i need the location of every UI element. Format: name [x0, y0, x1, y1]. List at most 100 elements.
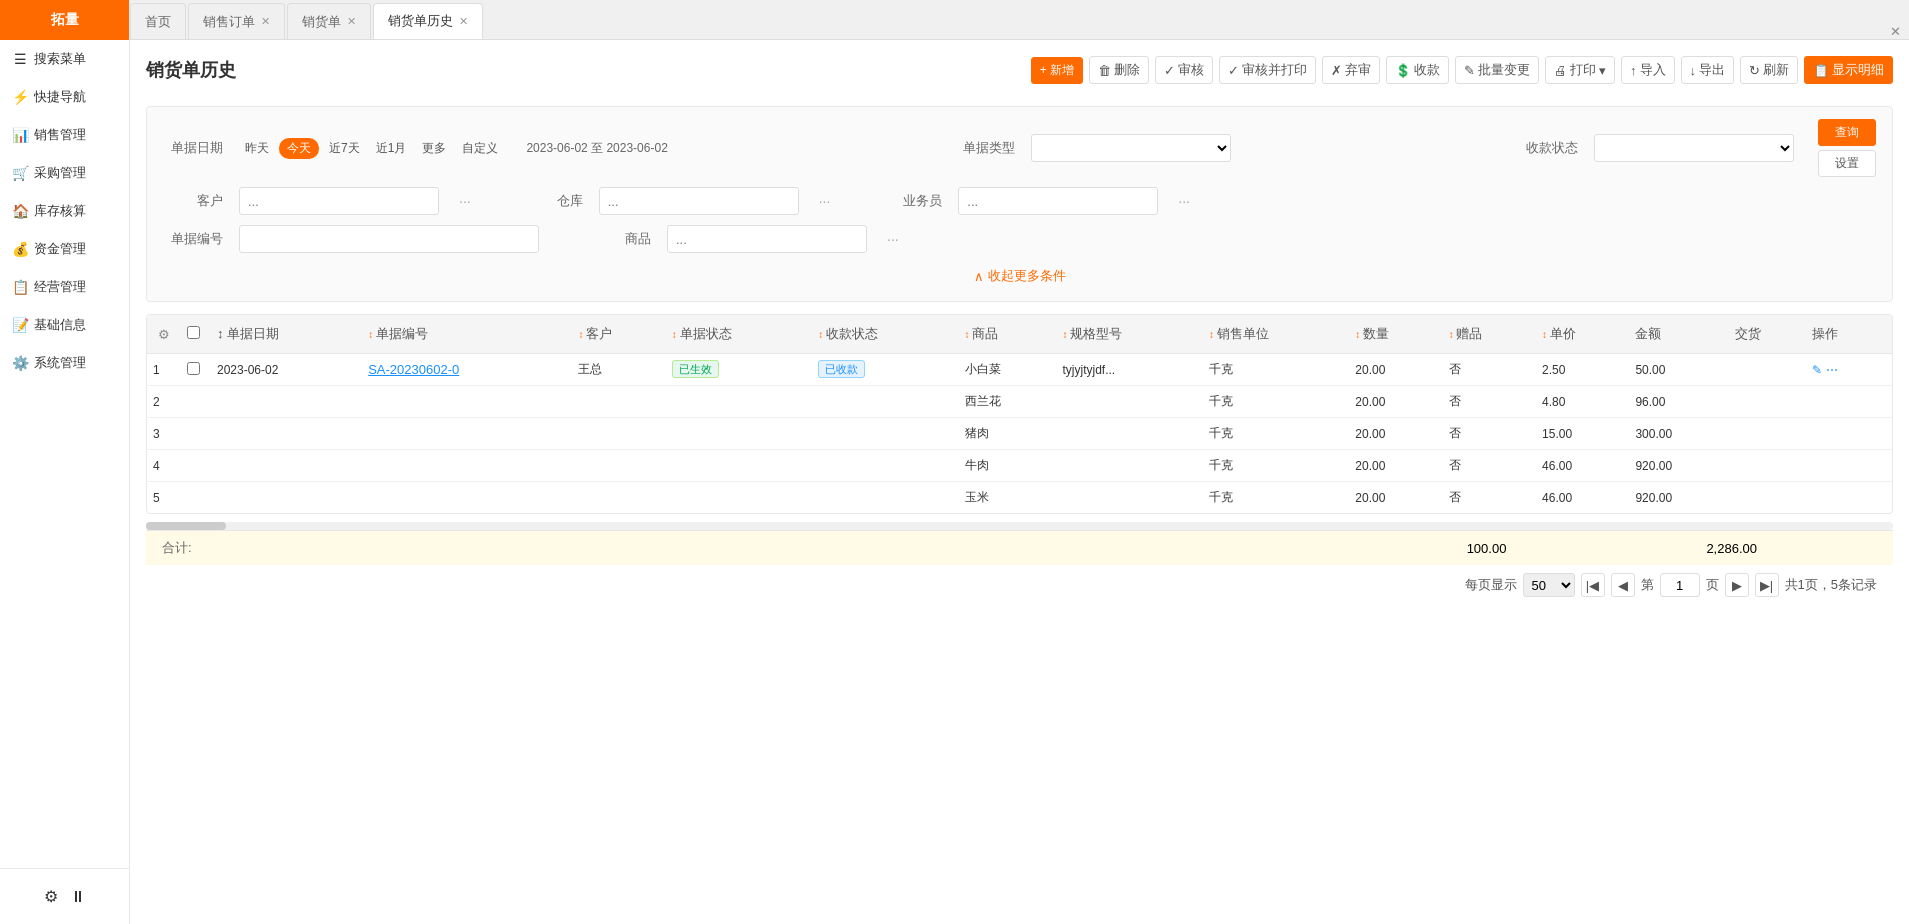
settings-bottom-icon[interactable]: ⚙: [44, 887, 58, 906]
product-dots[interactable]: ···: [887, 231, 899, 247]
col-unit-price[interactable]: ↕ 单价: [1536, 315, 1629, 354]
table-row: 3 猪肉 千克 20.00 否 15.00 300.00: [147, 418, 1892, 450]
audit-print-button[interactable]: ✓ 审核并打印: [1219, 56, 1316, 84]
cell-checkbox[interactable]: [181, 450, 211, 482]
cell-transaction: [1729, 386, 1807, 418]
salesperson-dots[interactable]: ···: [1178, 193, 1190, 209]
table-scroll[interactable]: ⚙ ↕ 单据日期 ↕ 单据编号: [147, 315, 1892, 513]
sidebar-item-sys-mgmt[interactable]: ⚙️ 系统管理: [0, 344, 129, 382]
tab-sales-delivery[interactable]: 销货单 ✕: [287, 3, 371, 39]
display-details-icon: 📋: [1813, 63, 1829, 78]
date-shortcut-more[interactable]: 更多: [416, 138, 452, 159]
cell-spec-type: [1057, 418, 1203, 450]
col-sales-unit[interactable]: ↕ 销售单位: [1203, 315, 1349, 354]
finance-icon: 💰: [12, 241, 28, 257]
delete-button[interactable]: 🗑 删除: [1089, 56, 1149, 84]
prev-page-button[interactable]: ◀: [1611, 573, 1635, 597]
scroll-indicator[interactable]: [146, 522, 1893, 530]
cell-sales-unit: 千克: [1203, 354, 1349, 386]
tab-sales-history-close[interactable]: ✕: [459, 15, 468, 28]
cell-doc-no[interactable]: [362, 418, 572, 450]
cell-checkbox[interactable]: [181, 418, 211, 450]
refresh-button[interactable]: ↻ 刷新: [1740, 56, 1798, 84]
sidebar-item-inventory[interactable]: 🏠 库存核算: [0, 192, 129, 230]
tab-home[interactable]: 首页: [130, 3, 186, 39]
cell-customer: [572, 482, 665, 514]
col-doc-no[interactable]: ↕ 单据编号: [362, 315, 572, 354]
next-page-button[interactable]: ▶: [1725, 573, 1749, 597]
col-doc-status[interactable]: ↕ 单据状态: [666, 315, 812, 354]
last-page-button[interactable]: ▶|: [1755, 573, 1779, 597]
new-button[interactable]: + 新增: [1031, 57, 1083, 84]
tab-sales-order[interactable]: 销售订单 ✕: [188, 3, 285, 39]
col-product[interactable]: ↕ 商品: [959, 315, 1057, 354]
doc-type-select[interactable]: [1031, 134, 1231, 162]
sidebar-item-quick-nav[interactable]: ⚡ 快捷导航: [0, 78, 129, 116]
date-shortcut-7days[interactable]: 近7天: [323, 138, 366, 159]
payment-status-select[interactable]: [1594, 134, 1794, 162]
tab-bar-close-all[interactable]: ✕: [1890, 24, 1901, 39]
abandon-icon: ✗: [1331, 63, 1342, 78]
collapse-label: 收起更多条件: [988, 267, 1066, 285]
page-input[interactable]: [1660, 573, 1700, 597]
first-page-button[interactable]: |◀: [1581, 573, 1605, 597]
table-settings-icon[interactable]: ⚙: [153, 323, 175, 345]
col-gift[interactable]: ↕ 赠品: [1443, 315, 1536, 354]
col-spec-type[interactable]: ↕ 规格型号: [1057, 315, 1203, 354]
cell-doc-status: [666, 418, 812, 450]
col-payment-status[interactable]: ↕ 收款状态: [812, 315, 958, 354]
customer-input[interactable]: [239, 187, 439, 215]
batch-change-button[interactable]: ✎ 批量变更: [1455, 56, 1539, 84]
date-shortcut-1month[interactable]: 近1月: [370, 138, 413, 159]
sidebar-item-label: 采购管理: [34, 164, 86, 182]
abandon-button[interactable]: ✗ 弃审: [1322, 56, 1380, 84]
audit-button[interactable]: ✓ 审核: [1155, 56, 1213, 84]
cell-doc-no[interactable]: [362, 450, 572, 482]
col-customer[interactable]: ↕ 客户: [572, 315, 665, 354]
product-input[interactable]: [667, 225, 867, 253]
print-button[interactable]: 🖨 打印 ▾: [1545, 56, 1615, 84]
import-button[interactable]: ↑ 导入: [1621, 56, 1675, 84]
select-all-checkbox[interactable]: [187, 326, 200, 339]
collapse-button[interactable]: ∧ 收起更多条件: [163, 263, 1876, 289]
pause-bottom-icon[interactable]: ⏸: [70, 888, 86, 906]
customer-dots[interactable]: ···: [459, 193, 471, 209]
cell-doc-no[interactable]: SA-20230602-0: [362, 354, 572, 386]
sidebar-item-purchase-mgmt[interactable]: 🛒 采购管理: [0, 154, 129, 192]
col-settings[interactable]: ⚙: [147, 315, 181, 354]
import-icon: ↑: [1630, 63, 1637, 78]
page-title: 销货单历史: [146, 58, 236, 82]
display-details-button[interactable]: 📋 显示明细: [1804, 56, 1893, 84]
tab-sales-history[interactable]: 销货单历史 ✕: [373, 3, 483, 39]
cell-row-num: 1: [147, 354, 181, 386]
doc-no-input[interactable]: [239, 225, 539, 253]
collect-button[interactable]: 💲 收款: [1386, 56, 1449, 84]
tab-sales-order-close[interactable]: ✕: [261, 15, 270, 28]
col-checkbox[interactable]: [181, 315, 211, 354]
date-shortcut-custom[interactable]: 自定义: [456, 138, 504, 159]
col-doc-date[interactable]: ↕ 单据日期: [211, 315, 362, 354]
cell-sales-unit: 千克: [1203, 482, 1349, 514]
sidebar-item-basic-info[interactable]: 📝 基础信息: [0, 306, 129, 344]
cell-checkbox[interactable]: [181, 354, 211, 386]
col-quantity[interactable]: ↕ 数量: [1349, 315, 1442, 354]
sidebar-item-ops-mgmt[interactable]: 📋 经营管理: [0, 268, 129, 306]
query-button[interactable]: 查询: [1818, 119, 1876, 146]
settings-button[interactable]: 设置: [1818, 150, 1876, 177]
warehouse-dots[interactable]: ···: [819, 193, 831, 209]
sidebar-item-finance[interactable]: 💰 资金管理: [0, 230, 129, 268]
cell-doc-date: [211, 418, 362, 450]
salesperson-input[interactable]: [958, 187, 1158, 215]
sidebar-item-search-menu[interactable]: ☰ 搜索菜单: [0, 40, 129, 78]
export-button[interactable]: ↓ 导出: [1681, 56, 1735, 84]
cell-checkbox[interactable]: [181, 482, 211, 514]
date-shortcut-yesterday[interactable]: 昨天: [239, 138, 275, 159]
cell-doc-no[interactable]: [362, 482, 572, 514]
cell-doc-no[interactable]: [362, 386, 572, 418]
warehouse-input[interactable]: [599, 187, 799, 215]
per-page-select[interactable]: 50 100: [1523, 573, 1575, 597]
date-shortcut-today[interactable]: 今天: [279, 138, 319, 159]
sidebar-item-sales-mgmt[interactable]: 📊 销售管理: [0, 116, 129, 154]
tab-sales-delivery-close[interactable]: ✕: [347, 15, 356, 28]
cell-checkbox[interactable]: [181, 386, 211, 418]
